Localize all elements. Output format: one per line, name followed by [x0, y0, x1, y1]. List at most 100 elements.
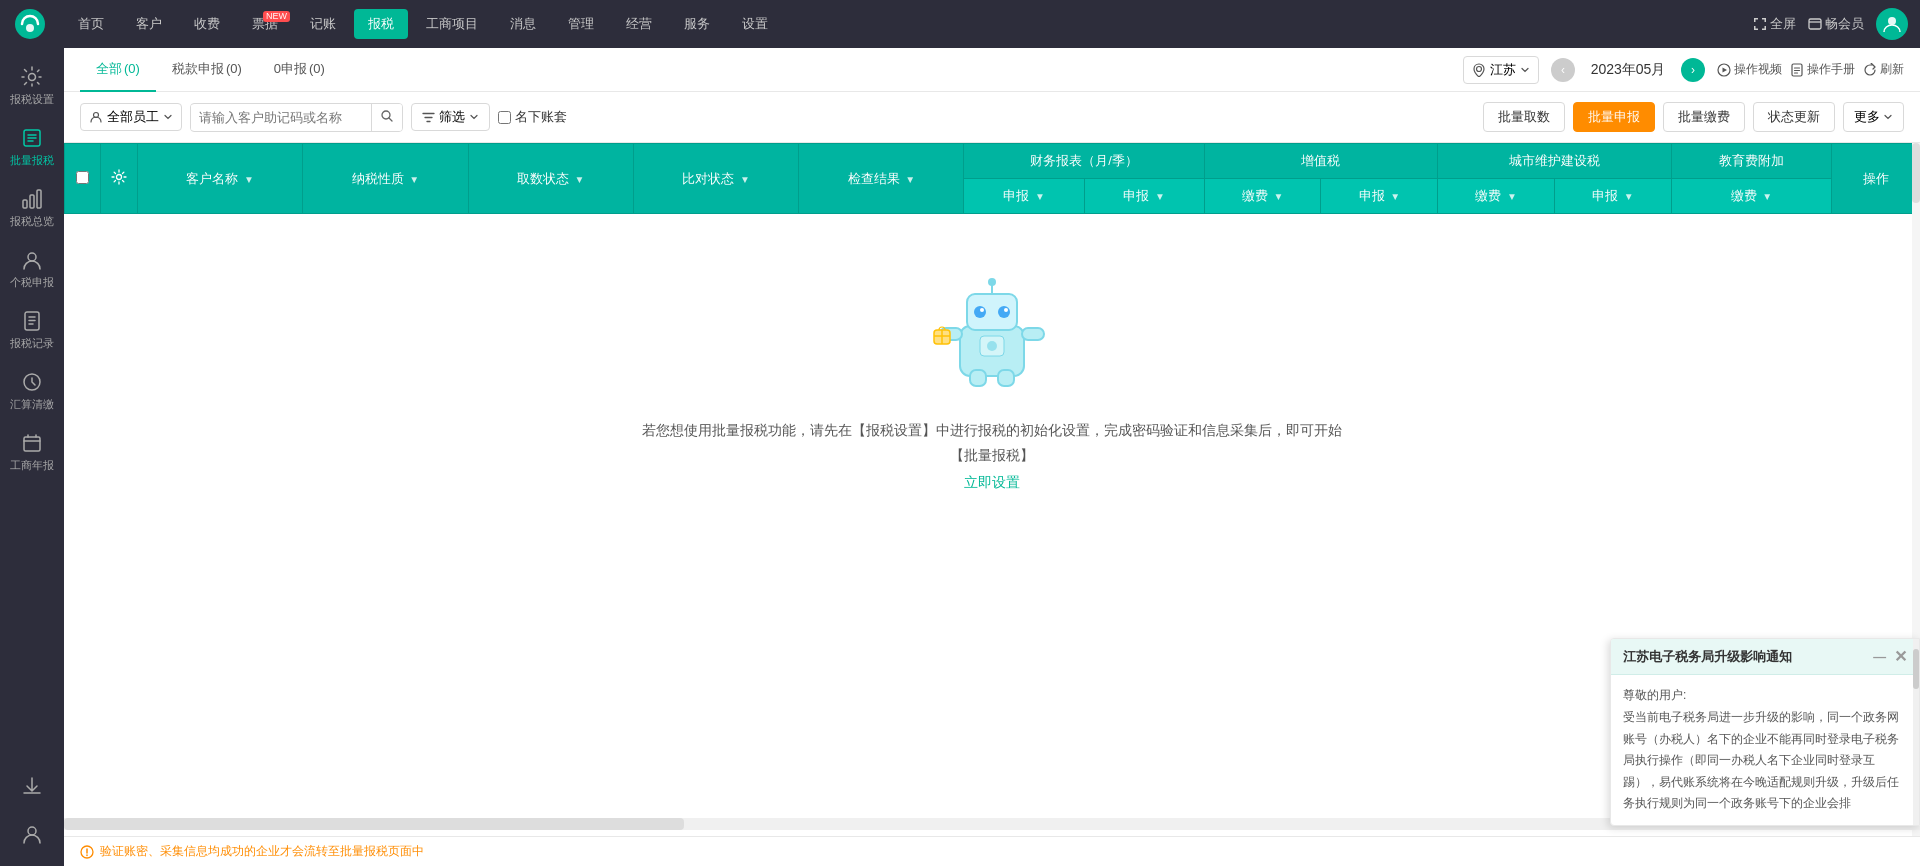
th-compare-status: 比对状态 ▼ — [633, 144, 798, 214]
th-urban-tax: 城市维护建设税 — [1438, 144, 1672, 179]
nav-messages[interactable]: 消息 — [496, 9, 550, 39]
new-badge: NEW — [263, 11, 290, 22]
notif-title: 江苏电子税务局升级影响通知 — [1623, 648, 1792, 666]
sidebar-label-annual-report: 工商年报 — [10, 458, 54, 473]
select-all-checkbox[interactable] — [76, 171, 89, 184]
svg-rect-30 — [1022, 328, 1044, 340]
user-icon[interactable] — [12, 814, 52, 854]
svg-point-26 — [1004, 308, 1008, 312]
svg-point-20 — [117, 175, 122, 180]
sidebar-bottom — [12, 766, 52, 866]
member-btn[interactable]: 畅会员 — [1808, 15, 1864, 33]
search-icon — [380, 109, 394, 123]
warning-icon — [80, 845, 94, 859]
sidebar-item-tax-settings[interactable]: 报税设置 — [0, 56, 64, 117]
filter-icon — [422, 111, 435, 124]
nav-invoice[interactable]: 票据 NEW — [238, 9, 292, 39]
svg-point-3 — [1888, 17, 1896, 25]
svg-point-4 — [29, 74, 36, 81]
th-vat-declare: 申报 ▼ — [1084, 179, 1204, 214]
accounts-checkbox-label[interactable]: 名下账套 — [498, 108, 567, 126]
svg-point-1 — [26, 24, 34, 32]
next-month-btn[interactable]: › — [1681, 58, 1705, 82]
tab-declare[interactable]: 税款申报(0) — [156, 48, 258, 92]
batch-pay-button[interactable]: 批量缴费 — [1663, 102, 1745, 132]
region-select[interactable]: 江苏 — [1463, 56, 1539, 84]
notif-scrollbar-thumb — [1913, 649, 1919, 689]
search-input[interactable] — [191, 105, 371, 130]
search-button[interactable] — [371, 104, 402, 131]
nav-bookkeeping[interactable]: 记账 — [296, 9, 350, 39]
data-table: 客户名称 ▼ 纳税性质 ▼ 取数状态 ▼ 比对状态 ▼ 检查结果 ▼ — [64, 143, 1920, 556]
svg-rect-6 — [23, 200, 27, 208]
sidebar-label-batch-tax: 批量报税 — [10, 153, 54, 168]
batch-declare-button[interactable]: 批量申报 — [1573, 102, 1655, 132]
th-vat: 增值税 — [1204, 144, 1438, 179]
th-edu-declare: 申报 ▼ — [1554, 179, 1671, 214]
logo[interactable] — [12, 6, 48, 42]
bottom-bar: 验证账密、采集信息均成功的企业才会流转至批量报税页面中 — [64, 836, 1920, 866]
svg-point-35 — [987, 341, 997, 351]
notif-scrollbar[interactable] — [1913, 639, 1919, 825]
sidebar-item-settlement[interactable]: 汇算清缴 — [0, 361, 64, 422]
refresh-action[interactable]: 刷新 — [1863, 61, 1904, 78]
scrollbar-thumb — [1912, 143, 1920, 203]
th-fetch-status: 取数状态 ▼ — [468, 144, 633, 214]
download-icon[interactable] — [12, 766, 52, 806]
nav-billing[interactable]: 收费 — [180, 9, 234, 39]
tabs-right: 江苏 ‹ 2023年05月 › 操作视频 操作手册 刷新 — [1463, 56, 1904, 84]
empty-state: 若您想使用批量报税功能，请先在【报税设置】中进行报税的初始化设置，完成密码验证和… — [65, 214, 1920, 556]
svg-point-9 — [28, 253, 36, 261]
nav-management[interactable]: 管理 — [554, 9, 608, 39]
batch-fetch-button[interactable]: 批量取数 — [1483, 102, 1565, 132]
th-education-surcharge: 教育费附加 — [1671, 144, 1832, 179]
svg-point-13 — [28, 827, 36, 835]
settings-icon[interactable] — [111, 169, 127, 185]
toolbar-right: 批量取数 批量申报 批量缴费 状态更新 更多 — [1483, 102, 1904, 132]
sidebar-item-personal-tax[interactable]: 个税申报 — [0, 239, 64, 300]
svg-rect-8 — [37, 190, 41, 208]
sidebar-label-personal-tax: 个税申报 — [10, 275, 54, 290]
svg-marker-16 — [1723, 67, 1728, 72]
avatar[interactable] — [1876, 8, 1908, 40]
tab-zero-declare[interactable]: 0申报(0) — [258, 48, 341, 92]
nav-customer[interactable]: 客户 — [122, 9, 176, 39]
filter-button[interactable]: 筛选 — [411, 103, 490, 131]
accounts-checkbox[interactable] — [498, 111, 511, 124]
more-button[interactable]: 更多 — [1843, 102, 1904, 132]
manual-action[interactable]: 操作手册 — [1790, 61, 1855, 78]
sidebar-item-tax-overview[interactable]: 报税总览 — [0, 178, 64, 239]
nav-settings[interactable]: 设置 — [728, 9, 782, 39]
status-update-button[interactable]: 状态更新 — [1753, 102, 1835, 132]
svg-rect-2 — [1809, 19, 1821, 29]
robot-illustration — [932, 274, 1052, 394]
sidebar-label-tax-records: 报税记录 — [10, 336, 54, 351]
top-navigation: 首页 客户 收费 票据 NEW 记账 报税 工商项目 消息 管理 经营 服务 设… — [0, 0, 1920, 48]
nav-home[interactable]: 首页 — [64, 9, 118, 39]
sidebar-label-settlement: 汇算清缴 — [10, 397, 54, 412]
sidebar-item-annual-report[interactable]: 工商年报 — [0, 422, 64, 483]
nav-service[interactable]: 服务 — [670, 9, 724, 39]
employee-select[interactable]: 全部员工 — [80, 103, 182, 131]
toolbar: 全部员工 筛选 名下账套 批量取数 批量申报 批量缴费 状态更新 更多 — [64, 92, 1920, 143]
sidebar-item-batch-tax[interactable]: 批量报税 — [0, 117, 64, 178]
notif-header: 江苏电子税务局升级影响通知 ─ ✕ — [1611, 639, 1919, 675]
svg-point-28 — [988, 278, 996, 286]
sidebar-item-tax-records[interactable]: 报税记录 — [0, 300, 64, 361]
th-urban-declare: 申报 ▼ — [1321, 179, 1438, 214]
th-tax-type: 纳税性质 ▼ — [303, 144, 468, 214]
nav-operations[interactable]: 经营 — [612, 9, 666, 39]
month-navigation: ‹ 2023年05月 › — [1551, 58, 1705, 82]
nav-right: 全屏 畅会员 — [1753, 8, 1908, 40]
tab-all[interactable]: 全部(0) — [80, 48, 156, 92]
notif-close[interactable]: ✕ — [1894, 647, 1907, 666]
notif-body: 尊敬的用户:受当前电子税务局进一步升级的影响，同一个政务网账号（办税人）名下的企… — [1611, 675, 1919, 825]
empty-state-row: 若您想使用批量报税功能，请先在【报税设置】中进行报税的初始化设置，完成密码验证和… — [65, 214, 1920, 557]
notif-minimize[interactable]: ─ — [1873, 648, 1886, 666]
prev-month-btn[interactable]: ‹ — [1551, 58, 1575, 82]
fullscreen-btn[interactable]: 全屏 — [1753, 15, 1796, 33]
nav-business[interactable]: 工商项目 — [412, 9, 492, 39]
setup-link[interactable]: 立即设置 — [964, 468, 1020, 496]
video-action[interactable]: 操作视频 — [1717, 61, 1782, 78]
nav-tax[interactable]: 报税 — [354, 9, 408, 39]
